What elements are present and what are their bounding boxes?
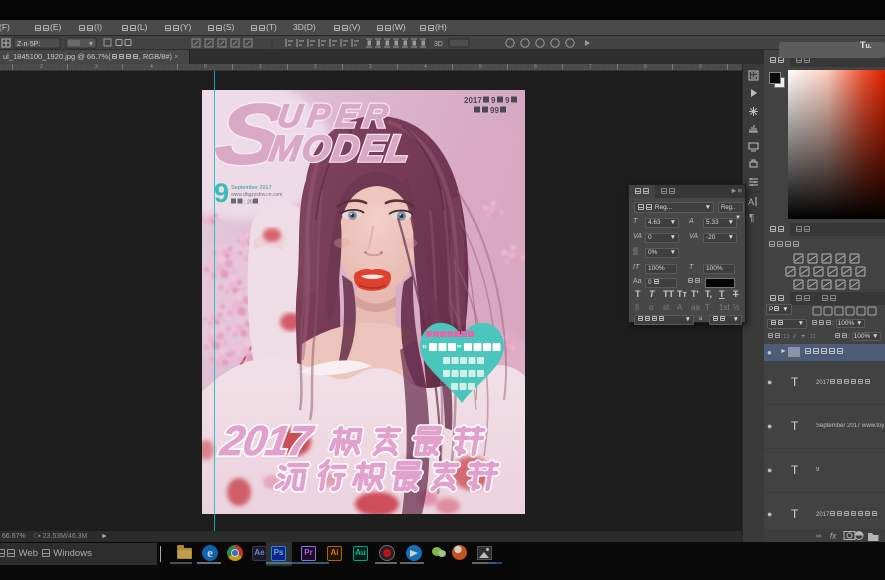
svg-text:¶: ¶ bbox=[749, 213, 754, 224]
svg-text:A: A bbox=[748, 197, 754, 207]
svg-text:MODEL: MODEL bbox=[266, 127, 414, 169]
svg-text:September 2017: September 2017 bbox=[231, 185, 272, 191]
svg-text:Z·n·5P:: Z·n·5P: bbox=[17, 41, 40, 48]
svg-text:9: 9 bbox=[505, 96, 510, 105]
svg-text:2017: 2017 bbox=[464, 96, 482, 105]
svg-text:: 20: : 20 bbox=[244, 200, 253, 206]
svg-text:2017: 2017 bbox=[217, 417, 318, 464]
svg-text:”: ” bbox=[457, 344, 462, 355]
svg-text:9: 9 bbox=[214, 178, 229, 208]
svg-text:3D: 3D bbox=[434, 41, 443, 48]
svg-text:∞: ∞ bbox=[816, 533, 821, 540]
svg-text:www.dhgzyxbw.cn.com: www.dhgzyxbw.cn.com bbox=[231, 192, 282, 198]
svg-text:99: 99 bbox=[490, 106, 499, 115]
svg-text:“: “ bbox=[422, 344, 427, 355]
svg-text:9: 9 bbox=[491, 96, 496, 105]
svg-text:fx: fx bbox=[830, 532, 837, 541]
svg-text:▼: ▼ bbox=[88, 42, 94, 48]
